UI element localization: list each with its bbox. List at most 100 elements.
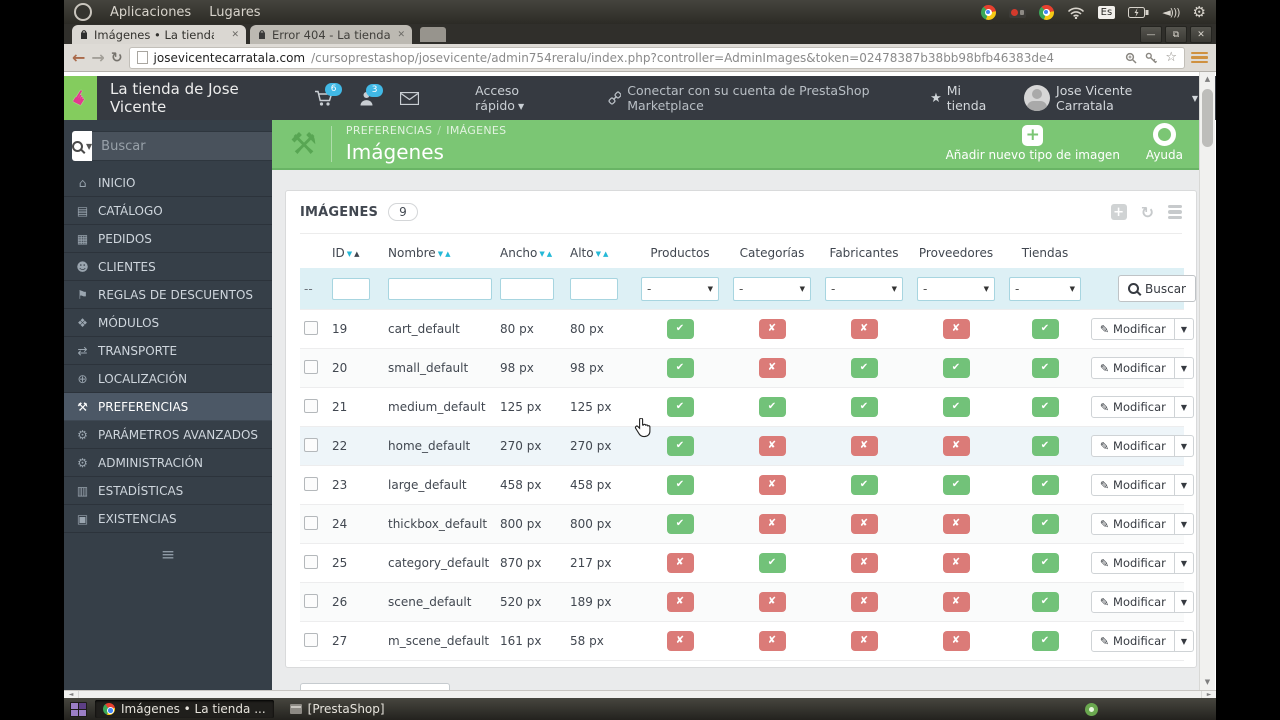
row-checkbox[interactable] xyxy=(304,554,318,569)
bookmark-star-icon[interactable]: ☆ xyxy=(1165,50,1177,65)
sort-asc-icon[interactable]: ▲ xyxy=(354,250,359,258)
modify-button[interactable]: ✎ Modificar xyxy=(1090,318,1175,340)
row-checkbox[interactable] xyxy=(304,593,318,608)
sidebar-item-catalogo[interactable]: ▤ CATÁLOGO xyxy=(64,197,272,225)
reload-button[interactable]: ↻ xyxy=(111,50,123,66)
sidebar-item-reglas-de-descuentos[interactable]: ⚑ REGLAS DE DESCUENTOS xyxy=(64,281,272,309)
browser-menu-icon[interactable] xyxy=(1191,51,1208,64)
table-row[interactable]: 22 home_default 270 px 270 px ✔ ✘ ✘ ✘ ✔ ✎ Modifica… xyxy=(300,426,1194,466)
check-icon[interactable]: ✔ xyxy=(666,436,694,456)
column-header-fabricantes[interactable]: Fabricantes xyxy=(818,236,910,268)
new-tab-button[interactable] xyxy=(420,27,446,42)
zoom-icon[interactable] xyxy=(1125,52,1137,64)
cross-icon[interactable]: ✘ xyxy=(942,592,970,612)
chrome-tray-icon[interactable] xyxy=(980,4,996,20)
sidebar-item-pedidos[interactable]: ▦ PEDIDOS xyxy=(64,225,272,253)
row-actions-dropdown[interactable]: ▼ xyxy=(1174,357,1194,379)
row-checkbox[interactable] xyxy=(304,398,318,413)
cross-icon[interactable]: ✘ xyxy=(942,319,970,339)
check-icon[interactable]: ✔ xyxy=(942,475,970,495)
sort-desc-icon[interactable]: ▼ xyxy=(347,250,352,258)
sidebar-item-administracion[interactable]: ⚙ ADMINISTRACIÓN xyxy=(64,449,272,477)
check-icon[interactable]: ✔ xyxy=(942,397,970,417)
sidebar-item-modulos[interactable]: ❖ MÓDULOS xyxy=(64,309,272,337)
cross-icon[interactable]: ✘ xyxy=(758,319,786,339)
customer-notifications[interactable]: 3 xyxy=(359,83,384,106)
filter-select-proveedores[interactable]: - ▼ xyxy=(917,276,995,301)
check-icon[interactable]: ✔ xyxy=(758,553,786,573)
check-icon[interactable]: ✔ xyxy=(1031,553,1059,573)
filter-select-categorias[interactable]: - ▼ xyxy=(733,276,811,301)
filter-input-ancho[interactable] xyxy=(500,277,554,300)
menu-lugares[interactable]: Lugares xyxy=(209,5,260,20)
cross-icon[interactable]: ✘ xyxy=(942,436,970,456)
check-icon[interactable]: ✔ xyxy=(1031,631,1059,651)
check-icon[interactable]: ✔ xyxy=(1031,397,1059,417)
column-header-tiendas[interactable]: Tiendas xyxy=(1002,236,1088,268)
sort-desc-icon[interactable]: ▼ xyxy=(596,250,601,258)
modify-button[interactable]: ✎ Modificar xyxy=(1090,591,1175,613)
tab-imagenes[interactable]: Imágenes • La tienda ✕ xyxy=(72,25,246,44)
sidebar-item-clientes[interactable]: ☻ CLIENTES xyxy=(64,253,272,281)
check-icon[interactable]: ✔ xyxy=(666,358,694,378)
sidebar-item-transporte[interactable]: ⇄ TRANSPORTE xyxy=(64,337,272,365)
cross-icon[interactable]: ✘ xyxy=(942,631,970,651)
row-checkbox[interactable] xyxy=(304,359,318,374)
modify-button[interactable]: ✎ Modificar xyxy=(1090,552,1175,574)
cross-icon[interactable]: ✘ xyxy=(850,592,878,612)
sidebar-item-parametros-avanzados[interactable]: ⚙ PARÁMETROS AVANZADOS xyxy=(64,421,272,449)
modify-button[interactable]: ✎ Modificar xyxy=(1090,396,1175,418)
sidebar-search-input[interactable] xyxy=(92,131,282,161)
row-checkbox[interactable] xyxy=(304,476,318,491)
cross-icon[interactable]: ✘ xyxy=(850,319,878,339)
close-button[interactable]: ✕ xyxy=(1190,26,1212,43)
row-checkbox[interactable] xyxy=(304,437,318,452)
scrollbar-thumb[interactable] xyxy=(1202,89,1213,147)
tray-app-icon[interactable] xyxy=(1085,702,1098,716)
cross-icon[interactable]: ✘ xyxy=(666,631,694,651)
filter-select-fabricantes[interactable]: - ▼ xyxy=(825,276,903,301)
column-header-productos[interactable]: Productos xyxy=(634,236,726,268)
modify-button[interactable]: ✎ Modificar xyxy=(1090,630,1175,652)
settings-gear-icon[interactable]: ⚙ xyxy=(1193,4,1206,20)
check-icon[interactable]: ✔ xyxy=(1031,514,1059,534)
table-row[interactable]: 20 small_default 98 px 98 px ✔ ✘ ✔ ✔ ✔ ✎ Modificar… xyxy=(300,348,1194,388)
scroll-down-arrow[interactable]: ▼ xyxy=(1200,675,1215,690)
table-row[interactable]: 19 cart_default 80 px 80 px ✔ ✘ ✘ ✘ ✔ ✎ Modificar ▼ xyxy=(300,309,1194,349)
back-button[interactable]: ← xyxy=(72,48,85,67)
cart-notifications[interactable]: 6 xyxy=(314,82,343,107)
cross-icon[interactable]: ✘ xyxy=(758,514,786,534)
refresh-icon[interactable]: ↻ xyxy=(1141,203,1154,222)
tab-error-404[interactable]: Error 404 - La tienda ✕ xyxy=(250,25,412,44)
column-header-proveedores[interactable]: Proveedores xyxy=(910,236,1002,268)
export-db-icon[interactable] xyxy=(1168,204,1182,220)
taskbar-item-browser[interactable]: Imágenes • La tienda ... xyxy=(95,700,274,718)
tab-close-icon[interactable]: ✕ xyxy=(231,30,239,40)
search-type-dropdown[interactable]: ▼ xyxy=(72,131,93,161)
breadcrumb-imagenes[interactable]: IMÁGENES xyxy=(446,124,506,137)
search-button[interactable]: Buscar xyxy=(1118,275,1196,302)
row-actions-dropdown[interactable]: ▼ xyxy=(1174,396,1194,418)
forward-button[interactable]: → xyxy=(91,48,104,67)
check-icon[interactable]: ✔ xyxy=(666,475,694,495)
cross-icon[interactable]: ✘ xyxy=(850,631,878,651)
column-header-ancho[interactable]: Ancho ▼ ▲ xyxy=(496,236,566,268)
taskbar-item-prestashop[interactable]: [PrestaShop] xyxy=(282,700,393,718)
filter-input-nombre[interactable] xyxy=(388,277,492,300)
wifi-icon[interactable] xyxy=(1067,6,1085,19)
row-actions-dropdown[interactable]: ▼ xyxy=(1174,552,1194,574)
check-icon[interactable]: ✔ xyxy=(1031,475,1059,495)
check-icon[interactable]: ✔ xyxy=(666,319,694,339)
row-actions-dropdown[interactable]: ▼ xyxy=(1174,435,1194,457)
cross-icon[interactable]: ✘ xyxy=(942,514,970,534)
cross-icon[interactable]: ✘ xyxy=(758,436,786,456)
cross-icon[interactable]: ✘ xyxy=(758,592,786,612)
check-icon[interactable]: ✔ xyxy=(1031,436,1059,456)
cross-icon[interactable]: ✘ xyxy=(666,592,694,612)
cross-icon[interactable]: ✘ xyxy=(758,358,786,378)
sidebar-item-localizacion[interactable]: ⊕ LOCALIZACIÓN xyxy=(64,365,272,393)
column-header-nombre[interactable]: Nombre ▼ ▲ xyxy=(384,236,496,268)
keyboard-layout-indicator[interactable]: Es xyxy=(1097,5,1116,19)
battery-icon[interactable] xyxy=(1128,6,1149,18)
cross-icon[interactable]: ✘ xyxy=(666,553,694,573)
